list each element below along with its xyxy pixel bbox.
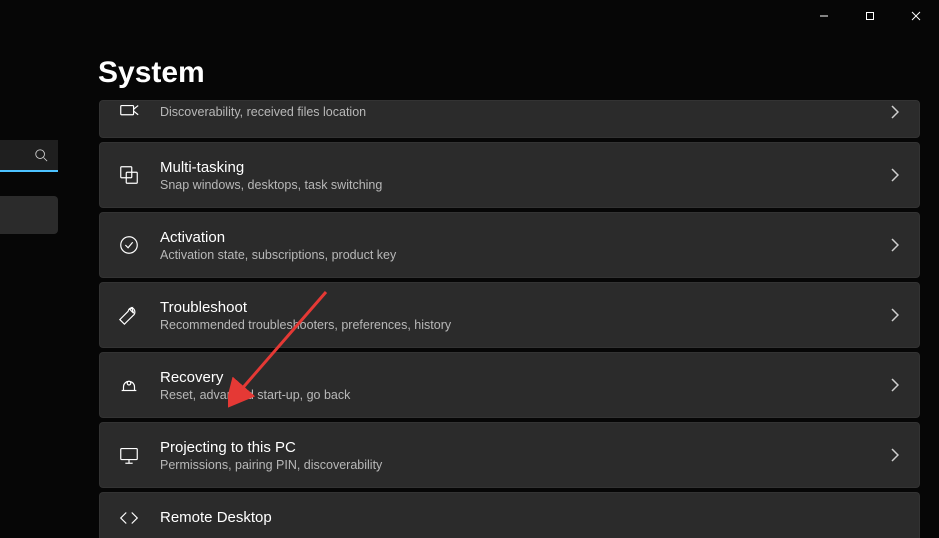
chevron-right-icon [891, 238, 899, 252]
item-title: Remote Desktop [160, 509, 899, 526]
item-title: Activation [160, 229, 891, 246]
recovery-icon [118, 374, 140, 396]
multitask-icon [118, 164, 140, 186]
list-item-multitasking[interactable]: Multi-tasking Snap windows, desktops, ta… [99, 142, 920, 208]
item-subtitle: Permissions, pairing PIN, discoverabilit… [160, 458, 891, 472]
item-title: Multi-tasking [160, 159, 891, 176]
list-item-remote-desktop[interactable]: Remote Desktop [99, 492, 920, 538]
remote-icon [118, 507, 140, 529]
item-title: Recovery [160, 369, 891, 386]
list-item-projecting[interactable]: Projecting to this PC Permissions, pairi… [99, 422, 920, 488]
list-item-activation[interactable]: Activation Activation state, subscriptio… [99, 212, 920, 278]
check-circle-icon [118, 234, 140, 256]
item-subtitle: Reset, advanced start-up, go back [160, 388, 891, 402]
chevron-right-icon [891, 378, 899, 392]
search-input[interactable] [0, 140, 58, 172]
item-title: Troubleshoot [160, 299, 891, 316]
title-bar [0, 0, 939, 32]
list-item-troubleshoot[interactable]: Troubleshoot Recommended troubleshooters… [99, 282, 920, 348]
item-subtitle: Snap windows, desktops, task switching [160, 178, 891, 192]
sidebar-selected-item[interactable] [0, 196, 58, 234]
wrench-icon [118, 304, 140, 326]
maximize-button[interactable] [847, 0, 893, 32]
item-subtitle: Recommended troubleshooters, preferences… [160, 318, 891, 332]
page-title: System [98, 56, 205, 90]
search-icon [34, 148, 48, 162]
list-item-nearby-sharing[interactable]: Discoverability, received files location [99, 100, 920, 138]
item-title: Projecting to this PC [160, 439, 891, 456]
chevron-right-icon [891, 168, 899, 182]
close-button[interactable] [893, 0, 939, 32]
project-icon [118, 444, 140, 466]
minimize-button[interactable] [801, 0, 847, 32]
item-subtitle: Activation state, subscriptions, product… [160, 248, 891, 262]
settings-list: Discoverability, received files location… [99, 100, 920, 538]
chevron-right-icon [891, 308, 899, 322]
list-item-recovery[interactable]: Recovery Reset, advanced start-up, go ba… [99, 352, 920, 418]
item-subtitle: Discoverability, received files location [160, 105, 891, 119]
share-icon [118, 101, 140, 123]
chevron-right-icon [891, 105, 899, 119]
sidebar [0, 140, 58, 234]
chevron-right-icon [891, 448, 899, 462]
